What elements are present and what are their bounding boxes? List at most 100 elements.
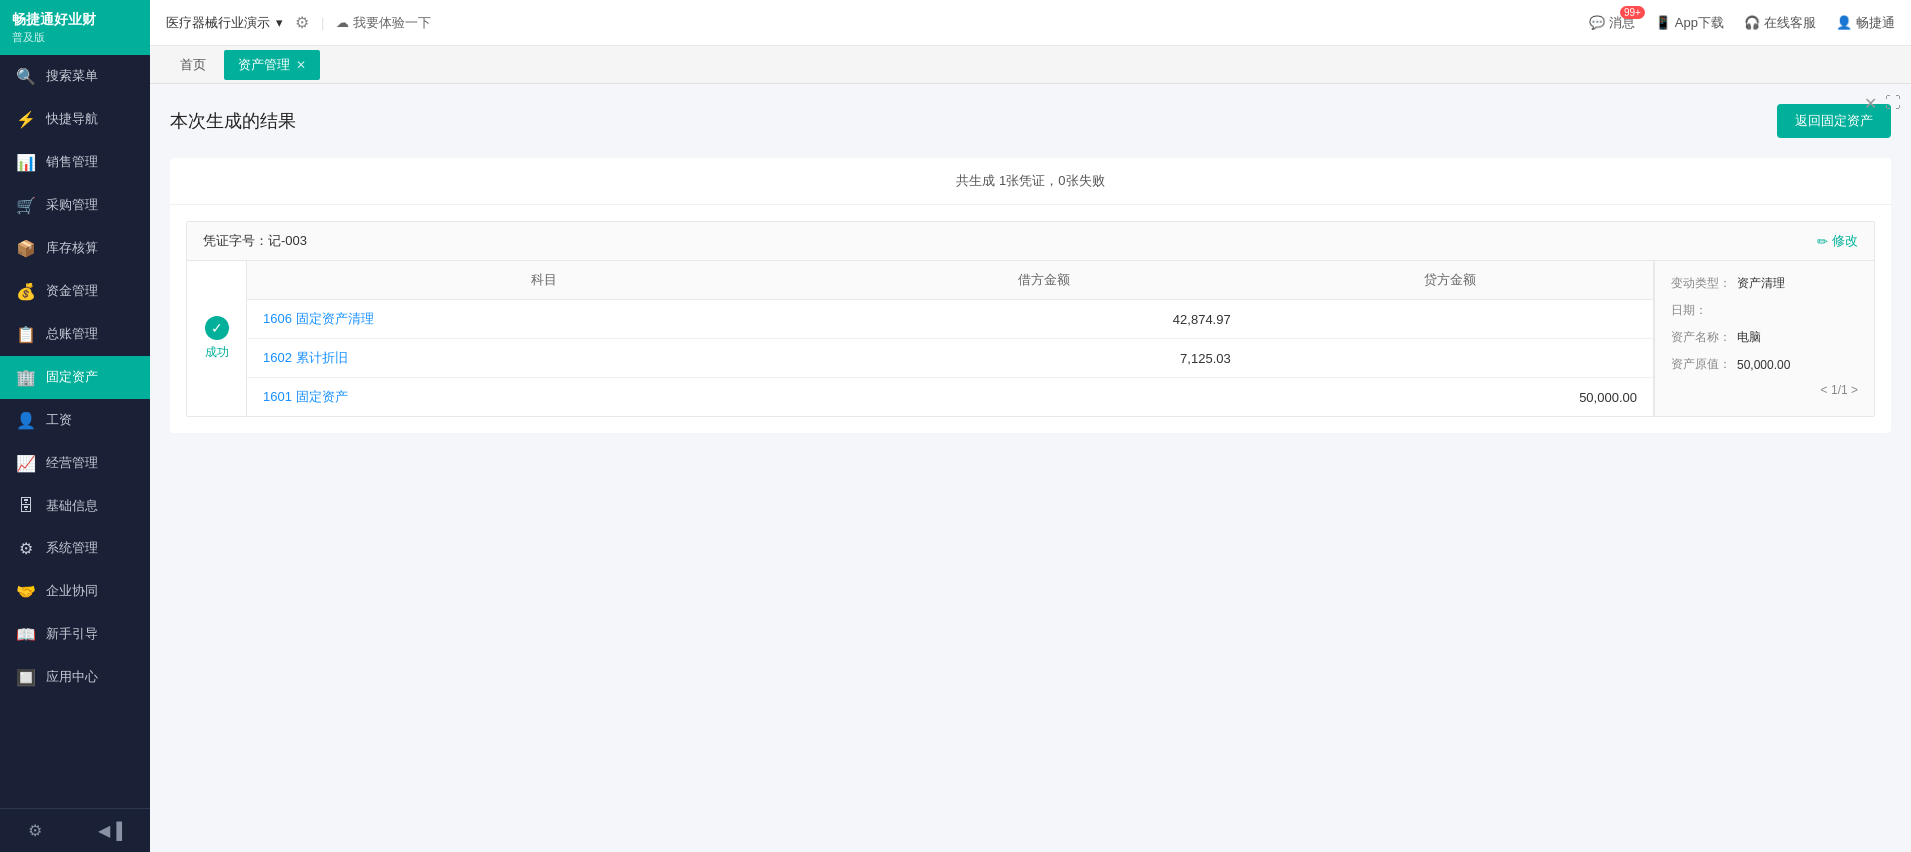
- sidebar-item-应用中心[interactable]: 🔲 应用中心: [0, 656, 150, 699]
- sidebar-icon: 📈: [16, 454, 36, 473]
- online-service-label: 在线客服: [1764, 14, 1816, 32]
- voucher-edit-btn[interactable]: ✏ 修改: [1817, 232, 1858, 250]
- message-icon: 💬: [1589, 15, 1605, 30]
- sidebar-label: 基础信息: [46, 497, 98, 515]
- sidebar: 畅捷通好业财 普及版 🔍 搜索菜单 ⚡ 快捷导航 📊 销售管理 🛒 采购管理 📦…: [0, 0, 150, 852]
- topbar-divider: |: [321, 15, 324, 30]
- sidebar-item-采购管理[interactable]: 🛒 采购管理: [0, 184, 150, 227]
- next-page-icon[interactable]: >: [1851, 383, 1858, 397]
- headset-icon: 🎧: [1744, 15, 1760, 30]
- sidebar-label: 资金管理: [46, 282, 98, 300]
- experience-btn[interactable]: ☁ 我要体验一下: [336, 14, 431, 32]
- voucher-table: 科目 借方金额 贷方金额 1606 固定资产清理 42,874.97 1602 …: [247, 261, 1654, 416]
- user-profile-btn[interactable]: 👤 畅捷通: [1836, 14, 1895, 32]
- experience-label: 我要体验一下: [353, 14, 431, 32]
- th-debit: 借方金额: [840, 261, 1246, 299]
- success-icon: ✓: [205, 316, 229, 340]
- panel-controls: ✕ ⛶: [1864, 94, 1901, 113]
- app-download-label: App下载: [1675, 14, 1724, 32]
- sidebar-item-系统管理[interactable]: ⚙ 系统管理: [0, 527, 150, 570]
- sidebar-item-新手引导[interactable]: 📖 新手引导: [0, 613, 150, 656]
- sidebar-label: 企业协同: [46, 582, 98, 600]
- sidebar-label: 销售管理: [46, 153, 98, 171]
- sidebar-label: 搜索菜单: [46, 67, 98, 85]
- sidebar-label: 采购管理: [46, 196, 98, 214]
- voucher-body: ✓ 成功 科目 借方金额 贷方金额 1606 固定资产清理 42,874.97: [187, 261, 1874, 416]
- sidebar-item-总账管理[interactable]: 📋 总账管理: [0, 313, 150, 356]
- side-info-pagination: < 1/1 >: [1671, 383, 1858, 397]
- sidebar-label: 经营管理: [46, 454, 98, 472]
- sidebar-label: 快捷导航: [46, 110, 98, 128]
- side-info: 变动类型： 资产清理 日期： 资产名称： 电脑 资产原值：: [1654, 261, 1874, 416]
- sidebar-item-资金管理[interactable]: 💰 资金管理: [0, 270, 150, 313]
- expand-panel-icon[interactable]: ⛶: [1885, 94, 1901, 113]
- edit-label: 修改: [1832, 232, 1858, 250]
- sidebar-header: 畅捷通好业财 普及版: [0, 0, 150, 55]
- sidebar-label: 工资: [46, 411, 72, 429]
- sidebar-item-企业协同[interactable]: 🤝 企业协同: [0, 570, 150, 613]
- pagination-text: 1/1: [1831, 383, 1851, 397]
- prev-page-icon[interactable]: <: [1821, 383, 1828, 397]
- tab-home[interactable]: 首页: [166, 50, 220, 80]
- settings-gear-icon[interactable]: ⚙: [295, 13, 309, 32]
- company-name: 医疗器械行业演示: [166, 14, 270, 32]
- sidebar-icon: ⚡: [16, 110, 36, 129]
- main-area: 医疗器械行业演示 ▾ ⚙ | ☁ 我要体验一下 💬 消息 99+ 📱 App下载…: [150, 0, 1911, 852]
- sidebar-nav: 🔍 搜索菜单 ⚡ 快捷导航 📊 销售管理 🛒 采购管理 📦 库存核算 💰 资金管…: [0, 55, 150, 808]
- td-debit: 42,874.97: [840, 302, 1246, 337]
- cloud-icon: ☁: [336, 15, 349, 30]
- td-subject: 1601 固定资产: [247, 378, 840, 416]
- messages-btn[interactable]: 💬 消息 99+: [1589, 14, 1635, 32]
- topbar: 医疗器械行业演示 ▾ ⚙ | ☁ 我要体验一下 💬 消息 99+ 📱 App下载…: [150, 0, 1911, 46]
- sidebar-item-销售管理[interactable]: 📊 销售管理: [0, 141, 150, 184]
- topbar-right: 💬 消息 99+ 📱 App下载 🎧 在线客服 👤 畅捷通: [1589, 14, 1895, 32]
- sidebar-item-搜索菜单[interactable]: 🔍 搜索菜单: [0, 55, 150, 98]
- dropdown-icon: ▾: [276, 15, 283, 30]
- sidebar-icon: 📋: [16, 325, 36, 344]
- close-panel-icon[interactable]: ✕: [1864, 94, 1877, 113]
- sidebar-icon: ⚙: [16, 539, 36, 558]
- collapse-icon[interactable]: ◀▐: [90, 817, 129, 844]
- sidebar-label: 应用中心: [46, 668, 98, 686]
- tab-close-icon[interactable]: ✕: [296, 58, 306, 72]
- side-info-date: 日期：: [1671, 302, 1858, 319]
- sidebar-icon: 👤: [16, 411, 36, 430]
- sidebar-icon: 📊: [16, 153, 36, 172]
- page-title: 本次生成的结果: [170, 109, 296, 133]
- tab-asset-management[interactable]: 资产管理 ✕: [224, 50, 320, 80]
- sidebar-item-基础信息[interactable]: 🗄 基础信息: [0, 485, 150, 527]
- sidebar-icon: 📦: [16, 239, 36, 258]
- change-type-label: 变动类型：: [1671, 275, 1731, 292]
- voucher-section: 凭证字号：记-003 ✏ 修改 ✓ 成功: [186, 221, 1875, 417]
- voucher-rows: 1606 固定资产清理 42,874.97 1602 累计折旧 7,125.03…: [247, 300, 1653, 416]
- sidebar-item-库存核算[interactable]: 📦 库存核算: [0, 227, 150, 270]
- messages-badge: 99+: [1620, 6, 1645, 19]
- sidebar-item-经营管理[interactable]: 📈 经营管理: [0, 442, 150, 485]
- voucher-header: 凭证字号：记-003 ✏ 修改: [187, 222, 1874, 261]
- company-selector[interactable]: 医疗器械行业演示 ▾: [166, 14, 283, 32]
- sidebar-item-固定资产[interactable]: 🏢 固定资产: [0, 356, 150, 399]
- sidebar-label: 新手引导: [46, 625, 98, 643]
- sidebar-bottom: ⚙ ◀▐: [0, 808, 150, 852]
- settings-icon[interactable]: ⚙: [20, 817, 50, 844]
- app-download-btn[interactable]: 📱 App下载: [1655, 14, 1724, 32]
- th-credit: 贷方金额: [1247, 261, 1653, 299]
- sidebar-icon: 🗄: [16, 497, 36, 515]
- sidebar-item-快捷导航[interactable]: ⚡ 快捷导航: [0, 98, 150, 141]
- asset-value-value: 50,000.00: [1737, 358, 1790, 372]
- td-subject: 1602 累计折旧: [247, 339, 840, 377]
- online-service-btn[interactable]: 🎧 在线客服: [1744, 14, 1816, 32]
- edit-icon: ✏: [1817, 234, 1828, 249]
- sidebar-icon: 🔲: [16, 668, 36, 687]
- date-label: 日期：: [1671, 302, 1727, 319]
- avatar-icon: 👤: [1836, 15, 1852, 30]
- sidebar-icon: 🏢: [16, 368, 36, 387]
- status-text: 成功: [205, 344, 229, 361]
- td-credit: [1247, 309, 1653, 329]
- change-type-value: 资产清理: [1737, 275, 1785, 292]
- td-subject: 1606 固定资产清理: [247, 300, 840, 338]
- tab-asset-label: 资产管理: [238, 56, 290, 74]
- mobile-icon: 📱: [1655, 15, 1671, 30]
- td-debit: 7,125.03: [840, 341, 1246, 376]
- sidebar-item-工资[interactable]: 👤 工资: [0, 399, 150, 442]
